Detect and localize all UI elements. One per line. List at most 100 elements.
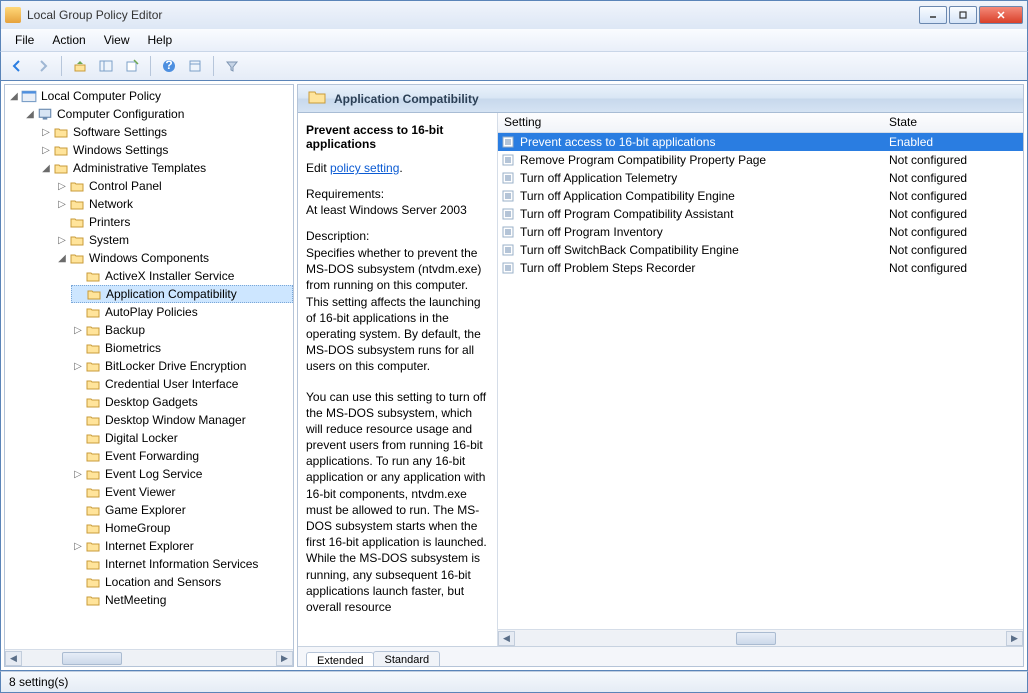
minimize-button[interactable] — [919, 6, 947, 24]
menu-action[interactable]: Action — [44, 31, 93, 49]
setting-state: Not configured — [883, 189, 1023, 203]
policy-icon — [21, 89, 37, 103]
tree-item-system[interactable]: ▷System — [55, 231, 293, 249]
maximize-button[interactable] — [949, 6, 977, 24]
tab-extended[interactable]: Extended — [306, 652, 374, 667]
expander-icon[interactable]: ◢ — [7, 91, 21, 102]
tree-label: Windows Components — [89, 251, 209, 265]
back-button[interactable] — [5, 54, 29, 78]
tree-item-admin-templates[interactable]: ◢Administrative Templates — [39, 159, 293, 177]
setting-row[interactable]: Turn off Application Compatibility Engin… — [498, 187, 1023, 205]
tree-item-credui[interactable]: Credential User Interface — [71, 375, 293, 393]
expander-icon[interactable]: ▷ — [71, 325, 85, 336]
toolbar-separator — [61, 56, 62, 76]
tree-label: Internet Explorer — [105, 539, 194, 553]
toolbar-separator — [213, 56, 214, 76]
tree-label: BitLocker Drive Encryption — [105, 359, 246, 373]
tree-computer-config[interactable]: ◢ Computer Configuration — [23, 105, 293, 123]
setting-state: Not configured — [883, 225, 1023, 239]
tree-item-software-settings[interactable]: ▷Software Settings — [39, 123, 293, 141]
tree-item-activex[interactable]: ActiveX Installer Service — [71, 267, 293, 285]
tree-item-eventviewer[interactable]: Event Viewer — [71, 483, 293, 501]
tree-item-appcompat[interactable]: Application Compatibility — [71, 285, 293, 303]
setting-name: Turn off Application Compatibility Engin… — [518, 189, 883, 203]
scroll-thumb[interactable] — [62, 652, 122, 665]
expander-icon[interactable]: ▷ — [71, 361, 85, 372]
column-state[interactable]: State — [883, 113, 1023, 132]
settings-list[interactable]: Prevent access to 16-bit applicationsEna… — [498, 133, 1023, 629]
up-button[interactable] — [68, 54, 92, 78]
tree-item-backup[interactable]: ▷Backup — [71, 321, 293, 339]
tree-item-bitlocker[interactable]: ▷ BitLocker Drive Encryption — [71, 357, 293, 375]
expander-icon[interactable]: ▷ — [71, 469, 85, 480]
tree-item-biometrics[interactable]: Biometrics — [71, 339, 293, 357]
tree-label: Computer Configuration — [57, 107, 184, 121]
tab-standard[interactable]: Standard — [373, 651, 440, 666]
folder-icon — [85, 323, 101, 337]
setting-row[interactable]: Prevent access to 16-bit applicationsEna… — [498, 133, 1023, 151]
forward-button[interactable] — [31, 54, 55, 78]
tree-item-windows-settings[interactable]: ▷Windows Settings — [39, 141, 293, 159]
tree-item-ie[interactable]: ▷ Internet Explorer — [71, 537, 293, 555]
tree-item-gadgets[interactable]: Desktop Gadgets — [71, 393, 293, 411]
setting-row[interactable]: Remove Program Compatibility Property Pa… — [498, 151, 1023, 169]
tree-label: Network — [89, 197, 133, 211]
expander-icon[interactable]: ◢ — [39, 163, 53, 174]
filter-button[interactable] — [220, 54, 244, 78]
scroll-right-icon[interactable]: ▶ — [276, 651, 293, 666]
settings-hscrollbar[interactable]: ◀ ▶ — [498, 629, 1023, 646]
help-button[interactable]: ? — [157, 54, 181, 78]
export-button[interactable] — [120, 54, 144, 78]
setting-row[interactable]: Turn off Problem Steps RecorderNot confi… — [498, 259, 1023, 277]
setting-name: Remove Program Compatibility Property Pa… — [518, 153, 883, 167]
show-tree-button[interactable] — [94, 54, 118, 78]
requirements-label: Requirements: — [306, 187, 489, 201]
scroll-thumb[interactable] — [736, 632, 776, 645]
expander-icon[interactable]: ▷ — [39, 145, 53, 156]
expander-icon[interactable]: ▷ — [39, 127, 53, 138]
menu-view[interactable]: View — [96, 31, 138, 49]
folder-icon — [85, 467, 101, 481]
folder-icon — [85, 539, 101, 553]
tree-item-homegroup[interactable]: HomeGroup — [71, 519, 293, 537]
tree-item-printers[interactable]: Printers — [55, 213, 293, 231]
tree-item-control-panel[interactable]: ▷Control Panel — [55, 177, 293, 195]
scroll-right-icon[interactable]: ▶ — [1006, 631, 1023, 646]
tree-hscrollbar[interactable]: ◀ ▶ — [5, 649, 293, 666]
expander-icon[interactable]: ◢ — [55, 253, 69, 264]
expander-icon[interactable]: ◢ — [23, 109, 37, 120]
tree-item-eventfwd[interactable]: Event Forwarding — [71, 447, 293, 465]
tree-item-netmeeting[interactable]: NetMeeting — [71, 591, 293, 609]
menu-help[interactable]: Help — [140, 31, 181, 49]
setting-row[interactable]: Turn off Program InventoryNot configured — [498, 223, 1023, 241]
tree-item-eventlog[interactable]: ▷ Event Log Service — [71, 465, 293, 483]
tree-item-network[interactable]: ▷ Network — [55, 195, 293, 213]
properties-button[interactable] — [183, 54, 207, 78]
tree-item-digilocker[interactable]: Digital Locker — [71, 429, 293, 447]
close-button[interactable] — [979, 6, 1023, 24]
tree-item-dwm[interactable]: Desktop Window Manager — [71, 411, 293, 429]
tree-label: AutoPlay Policies — [105, 305, 198, 319]
tree-item-autoplay[interactable]: AutoPlay Policies — [71, 303, 293, 321]
menu-file[interactable]: File — [7, 31, 42, 49]
setting-row[interactable]: Turn off Application TelemetryNot config… — [498, 169, 1023, 187]
tree-item-gameexp[interactable]: Game Explorer — [71, 501, 293, 519]
expander-icon[interactable]: ▷ — [55, 181, 69, 192]
expander-icon[interactable]: ▷ — [55, 235, 69, 246]
scroll-left-icon[interactable]: ◀ — [498, 631, 515, 646]
folder-icon — [69, 233, 85, 247]
tree-item-windows-components[interactable]: ◢ Windows Components — [55, 249, 293, 267]
edit-policy-link[interactable]: policy setting — [330, 161, 399, 175]
tree-item-location[interactable]: Location and Sensors — [71, 573, 293, 591]
tree-root[interactable]: ◢ Local Computer Policy — [7, 87, 293, 105]
tree-label: Event Log Service — [105, 467, 202, 481]
setting-row[interactable]: Turn off Program Compatibility Assistant… — [498, 205, 1023, 223]
column-setting[interactable]: Setting — [498, 113, 883, 132]
scroll-left-icon[interactable]: ◀ — [5, 651, 22, 666]
app-icon — [5, 7, 21, 23]
expander-icon[interactable]: ▷ — [55, 199, 69, 210]
setting-row[interactable]: Turn off SwitchBack Compatibility Engine… — [498, 241, 1023, 259]
tree-item-iis[interactable]: Internet Information Services — [71, 555, 293, 573]
expander-icon[interactable]: ▷ — [71, 541, 85, 552]
policy-tree[interactable]: ◢ Local Computer Policy ◢ Computer Confi… — [5, 85, 293, 649]
